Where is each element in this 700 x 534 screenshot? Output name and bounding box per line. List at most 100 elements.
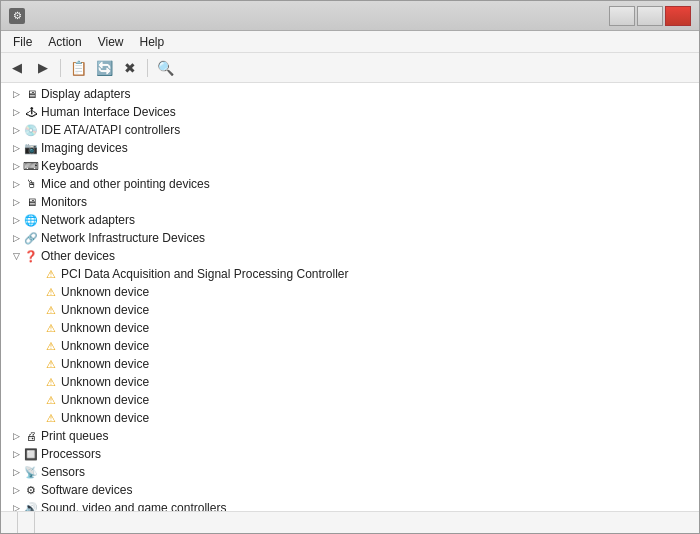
expander-unknown-4 (29, 339, 43, 353)
label-pci-data: PCI Data Acquisition and Signal Processi… (61, 267, 348, 281)
expander-hid[interactable]: ▷ (9, 105, 23, 119)
tree-item-imaging[interactable]: ▷📷Imaging devices (1, 139, 699, 157)
status-segment-1 (1, 512, 18, 533)
back-button[interactable]: ◀ (5, 57, 29, 79)
menu-view[interactable]: View (90, 33, 132, 51)
status-segment-2 (18, 512, 35, 533)
label-sensors: Sensors (41, 465, 85, 479)
icon-pci: ⚠ (43, 266, 59, 282)
device-tree[interactable]: ▷🖥Display adapters▷🕹Human Interface Devi… (1, 83, 699, 511)
icon-monitor: 🖥 (23, 86, 39, 102)
icon-warning: ⚠ (43, 374, 59, 390)
tree-item-sensors[interactable]: ▷📡Sensors (1, 463, 699, 481)
expander-imaging[interactable]: ▷ (9, 141, 23, 155)
tree-item-monitors[interactable]: ▷🖥Monitors (1, 193, 699, 211)
icon-ide: 💿 (23, 122, 39, 138)
label-unknown-3: Unknown device (61, 321, 149, 335)
label-display-adapters: Display adapters (41, 87, 130, 101)
expander-processors[interactable]: ▷ (9, 447, 23, 461)
label-unknown-2: Unknown device (61, 303, 149, 317)
tree-item-processors[interactable]: ▷🔲Processors (1, 445, 699, 463)
minimize-button[interactable] (609, 6, 635, 26)
tree-item-unknown-6[interactable]: ⚠Unknown device (1, 373, 699, 391)
tree-item-mice[interactable]: ▷🖱Mice and other pointing devices (1, 175, 699, 193)
tree-item-unknown-4[interactable]: ⚠Unknown device (1, 337, 699, 355)
icon-netinfra: 🔗 (23, 230, 39, 246)
label-print-queues: Print queues (41, 429, 108, 443)
label-monitors: Monitors (41, 195, 87, 209)
forward-button[interactable]: ▶ (31, 57, 55, 79)
label-software-devices: Software devices (41, 483, 132, 497)
status-segment-3 (35, 512, 699, 533)
tree-item-unknown-5[interactable]: ⚠Unknown device (1, 355, 699, 373)
toolbar-separator-1 (60, 59, 61, 77)
expander-pci-data (29, 267, 43, 281)
expander-unknown-6 (29, 375, 43, 389)
expander-sound-game[interactable]: ▷ (9, 501, 23, 511)
expander-unknown-8 (29, 411, 43, 425)
tree-item-display-adapters[interactable]: ▷🖥Display adapters (1, 85, 699, 103)
main-content: ▷🖥Display adapters▷🕹Human Interface Devi… (1, 83, 699, 511)
icon-warning: ⚠ (43, 392, 59, 408)
menu-action[interactable]: Action (40, 33, 89, 51)
update-driver-button[interactable]: 🔄 (92, 57, 116, 79)
scan-button[interactable]: 🔍 (153, 57, 177, 79)
expander-mice[interactable]: ▷ (9, 177, 23, 191)
icon-print: 🖨 (23, 428, 39, 444)
tree-item-network-adapters[interactable]: ▷🌐Network adapters (1, 211, 699, 229)
status-bar (1, 511, 699, 533)
tree-item-unknown-3[interactable]: ⚠Unknown device (1, 319, 699, 337)
maximize-button[interactable] (637, 6, 663, 26)
tree-item-other-devices[interactable]: ▽❓Other devices (1, 247, 699, 265)
icon-mon: 🖥 (23, 194, 39, 210)
label-keyboards: Keyboards (41, 159, 98, 173)
expander-print-queues[interactable]: ▷ (9, 429, 23, 443)
toolbar-separator-2 (147, 59, 148, 77)
tree-item-ide[interactable]: ▷💿IDE ATA/ATAPI controllers (1, 121, 699, 139)
label-unknown-5: Unknown device (61, 357, 149, 371)
menu-file[interactable]: File (5, 33, 40, 51)
expander-display-adapters[interactable]: ▷ (9, 87, 23, 101)
expander-keyboards[interactable]: ▷ (9, 159, 23, 173)
expander-sensors[interactable]: ▷ (9, 465, 23, 479)
icon-hid: 🕹 (23, 104, 39, 120)
close-button[interactable] (665, 6, 691, 26)
expander-unknown-1 (29, 285, 43, 299)
title-bar: ⚙ (1, 1, 699, 31)
expander-network-adapters[interactable]: ▷ (9, 213, 23, 227)
expander-monitors[interactable]: ▷ (9, 195, 23, 209)
icon-warning: ⚠ (43, 410, 59, 426)
expander-software-devices[interactable]: ▷ (9, 483, 23, 497)
window-controls (609, 6, 691, 26)
tree-item-unknown-1[interactable]: ⚠Unknown device (1, 283, 699, 301)
expander-unknown-7 (29, 393, 43, 407)
tree-item-unknown-2[interactable]: ⚠Unknown device (1, 301, 699, 319)
label-imaging: Imaging devices (41, 141, 128, 155)
expander-network-infra[interactable]: ▷ (9, 231, 23, 245)
tree-item-software-devices[interactable]: ▷⚙Software devices (1, 481, 699, 499)
icon-netadap: 🌐 (23, 212, 39, 228)
label-ide: IDE ATA/ATAPI controllers (41, 123, 180, 137)
tree-item-unknown-8[interactable]: ⚠Unknown device (1, 409, 699, 427)
properties-button[interactable]: 📋 (66, 57, 90, 79)
expander-other-devices[interactable]: ▽ (9, 249, 23, 263)
label-other-devices: Other devices (41, 249, 115, 263)
menu-help[interactable]: Help (132, 33, 173, 51)
tree-item-unknown-7[interactable]: ⚠Unknown device (1, 391, 699, 409)
uninstall-button[interactable]: ✖ (118, 57, 142, 79)
toolbar: ◀ ▶ 📋 🔄 ✖ 🔍 (1, 53, 699, 83)
label-mice: Mice and other pointing devices (41, 177, 210, 191)
label-network-infra: Network Infrastructure Devices (41, 231, 205, 245)
icon-keyboard: ⌨ (23, 158, 39, 174)
label-sound-game: Sound, video and game controllers (41, 501, 226, 511)
tree-item-pci-data[interactable]: ⚠PCI Data Acquisition and Signal Process… (1, 265, 699, 283)
tree-item-print-queues[interactable]: ▷🖨Print queues (1, 427, 699, 445)
device-manager-window: ⚙ File Action View Help ◀ ▶ 📋 🔄 ✖ 🔍 ▷🖥Di… (0, 0, 700, 534)
expander-ide[interactable]: ▷ (9, 123, 23, 137)
icon-warning: ⚠ (43, 320, 59, 336)
tree-item-hid[interactable]: ▷🕹Human Interface Devices (1, 103, 699, 121)
title-bar-left: ⚙ (9, 8, 31, 24)
tree-item-sound-game[interactable]: ▷🔊Sound, video and game controllers (1, 499, 699, 511)
tree-item-network-infra[interactable]: ▷🔗Network Infrastructure Devices (1, 229, 699, 247)
tree-item-keyboards[interactable]: ▷⌨Keyboards (1, 157, 699, 175)
